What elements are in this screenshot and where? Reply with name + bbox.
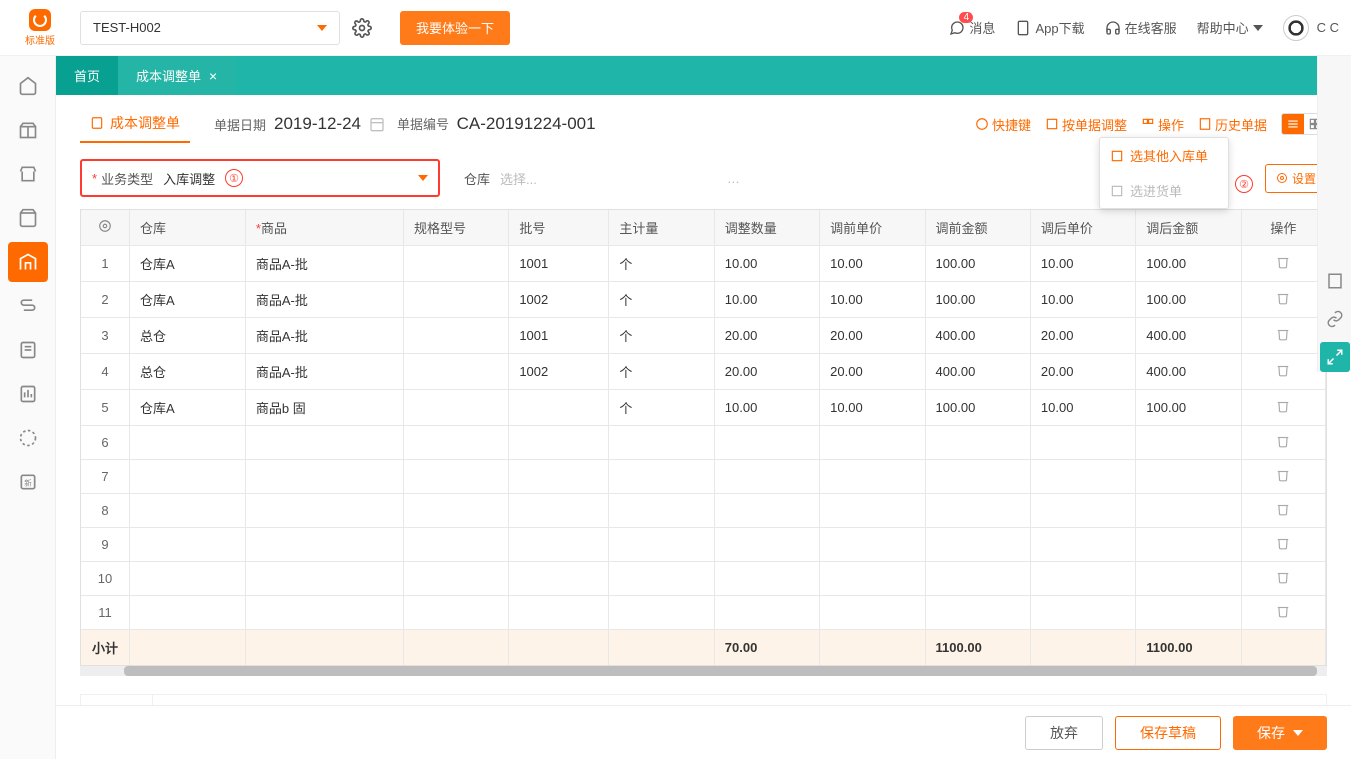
brand-logo-icon — [29, 9, 51, 31]
sidebar-new[interactable]: 新 — [8, 462, 48, 502]
right-rail — [1317, 56, 1351, 372]
history-button[interactable]: 历史单据 — [1198, 115, 1267, 134]
shortcut-button[interactable]: 快捷键 — [975, 115, 1031, 134]
sidebar-report[interactable] — [8, 374, 48, 414]
annotation-marker-1: ① — [225, 169, 243, 187]
chevron-down-icon — [1253, 25, 1263, 31]
settings-icon[interactable] — [352, 18, 372, 38]
delete-row-icon[interactable] — [1276, 538, 1290, 553]
delete-row-icon[interactable] — [1276, 572, 1290, 587]
sidebar-home[interactable] — [8, 66, 48, 106]
annotation-marker-2: ② — [1235, 175, 1253, 193]
delete-row-icon[interactable] — [1276, 293, 1290, 308]
notification-badge: 4 — [959, 12, 973, 23]
sidebar-doc[interactable] — [8, 330, 48, 370]
th-postamt: 调后金额 — [1136, 210, 1241, 246]
brand-block: 标准版 — [12, 9, 68, 47]
online-service-button[interactable]: 在线客服 — [1105, 18, 1177, 37]
save-draft-button[interactable]: 保存草稿 — [1115, 716, 1221, 750]
delete-row-icon[interactable] — [1276, 257, 1290, 272]
tabs-strip: 首页 成本调整单 × × — [56, 56, 1351, 95]
discard-button[interactable]: 放弃 — [1025, 716, 1103, 750]
rail-link-icon[interactable] — [1320, 304, 1350, 334]
view-list-icon[interactable] — [1282, 114, 1304, 134]
help-center-button[interactable]: 帮助中心 — [1197, 18, 1263, 37]
adjust-by-doc-dropdown: 选其他入库单 选进货单 — [1099, 137, 1229, 209]
th-preamt: 调前金额 — [925, 210, 1030, 246]
th-postprice: 调后单价 — [1030, 210, 1135, 246]
code-label: 单据编号 — [397, 117, 449, 132]
app-download-button[interactable]: App下载 — [1015, 18, 1084, 37]
delete-row-icon[interactable] — [1276, 504, 1290, 519]
account-value: TEST-H002 — [93, 20, 161, 35]
tab-cost-adjust[interactable]: 成本调整单 × — [118, 56, 235, 95]
svg-text:新: 新 — [24, 477, 32, 487]
subtotal-preamt: 1100.00 — [925, 630, 1030, 666]
chevron-down-icon — [418, 175, 428, 181]
sidebar: 新 — [0, 56, 56, 759]
delete-row-icon[interactable] — [1276, 606, 1290, 621]
horizontal-scrollbar[interactable] — [80, 666, 1327, 676]
warehouse-select[interactable]: 仓库 选择... … — [464, 169, 740, 188]
delete-row-icon[interactable] — [1276, 436, 1290, 451]
chevron-down-icon — [1293, 730, 1303, 736]
table-row[interactable]: 5 仓库A 商品b 固 个 10.00 10.00 100.00 10.00 1… — [81, 390, 1326, 426]
date-value[interactable]: 2019-12-24 — [274, 114, 361, 134]
th-spec: 规格型号 — [403, 210, 508, 246]
sidebar-store[interactable] — [8, 154, 48, 194]
data-table: 仓库 *商品 规格型号 批号 主计量 调整数量 调前单价 调前金额 调后单价 调… — [80, 209, 1327, 666]
subtotal-label: 小计 — [81, 630, 129, 666]
sidebar-sync[interactable] — [8, 418, 48, 458]
th-unit: 主计量 — [609, 210, 714, 246]
tab-close-icon[interactable]: × — [209, 68, 217, 84]
rail-expand-icon[interactable] — [1320, 342, 1350, 372]
th-qty: 调整数量 — [714, 210, 819, 246]
subtotal-qty: 70.00 — [714, 630, 819, 666]
sidebar-money[interactable] — [8, 286, 48, 326]
th-preprice: 调前单价 — [820, 210, 925, 246]
table-row[interactable]: 4 总仓 商品A-批 1002 个 20.00 20.00 400.00 20.… — [81, 354, 1326, 390]
adjust-by-doc-button[interactable]: 按单据调整 — [1045, 115, 1127, 134]
business-type-select[interactable]: * 业务类型 入库调整 ① — [80, 159, 440, 197]
notifications-button[interactable]: 消息 4 — [949, 18, 995, 37]
avatar-icon — [1283, 15, 1309, 41]
subtotal-postamt: 1100.00 — [1136, 630, 1241, 666]
rail-note-icon[interactable] — [1320, 266, 1350, 296]
table-row[interactable]: 10 — [81, 562, 1326, 596]
delete-row-icon[interactable] — [1276, 401, 1290, 416]
sidebar-warehouse[interactable] — [8, 242, 48, 282]
select-other-inbound[interactable]: 选其他入库单 — [1100, 138, 1228, 173]
user-menu[interactable]: C C — [1283, 15, 1339, 41]
table-row[interactable]: 3 总仓 商品A-批 1001 个 20.00 20.00 400.00 20.… — [81, 318, 1326, 354]
save-button[interactable]: 保存 — [1233, 716, 1327, 750]
table-row[interactable]: 7 — [81, 460, 1326, 494]
delete-row-icon[interactable] — [1276, 470, 1290, 485]
experience-button[interactable]: 我要体验一下 — [400, 11, 510, 45]
th-warehouse: 仓库 — [129, 210, 245, 246]
operate-button[interactable]: 操作 — [1141, 115, 1184, 134]
table-row[interactable]: 1 仓库A 商品A-批 1001 个 10.00 10.00 100.00 10… — [81, 246, 1326, 282]
th-batch: 批号 — [509, 210, 609, 246]
delete-row-icon[interactable] — [1276, 329, 1290, 344]
date-label: 单据日期 — [214, 115, 266, 134]
table-row[interactable]: 6 — [81, 426, 1326, 460]
select-purchase-order: 选进货单 — [1100, 173, 1228, 208]
sidebar-bag[interactable] — [8, 198, 48, 238]
col-config-button[interactable] — [81, 210, 129, 246]
table-row[interactable]: 2 仓库A 商品A-批 1002 个 10.00 10.00 100.00 10… — [81, 282, 1326, 318]
th-op: 操作 — [1241, 210, 1325, 246]
table-row[interactable]: 11 — [81, 596, 1326, 630]
table-row[interactable]: 9 — [81, 528, 1326, 562]
code-value: CA-20191224-001 — [457, 114, 596, 133]
calendar-icon[interactable] — [369, 116, 385, 132]
table-row[interactable]: 8 — [81, 494, 1326, 528]
delete-row-icon[interactable] — [1276, 365, 1290, 380]
doc-title-tab[interactable]: 成本调整单 — [80, 105, 190, 143]
sidebar-gift[interactable] — [8, 110, 48, 150]
chevron-down-icon — [317, 25, 327, 31]
tab-home[interactable]: 首页 — [56, 56, 118, 95]
brand-label: 标准版 — [25, 32, 55, 47]
th-product: *商品 — [245, 210, 403, 246]
account-select[interactable]: TEST-H002 — [80, 11, 340, 45]
